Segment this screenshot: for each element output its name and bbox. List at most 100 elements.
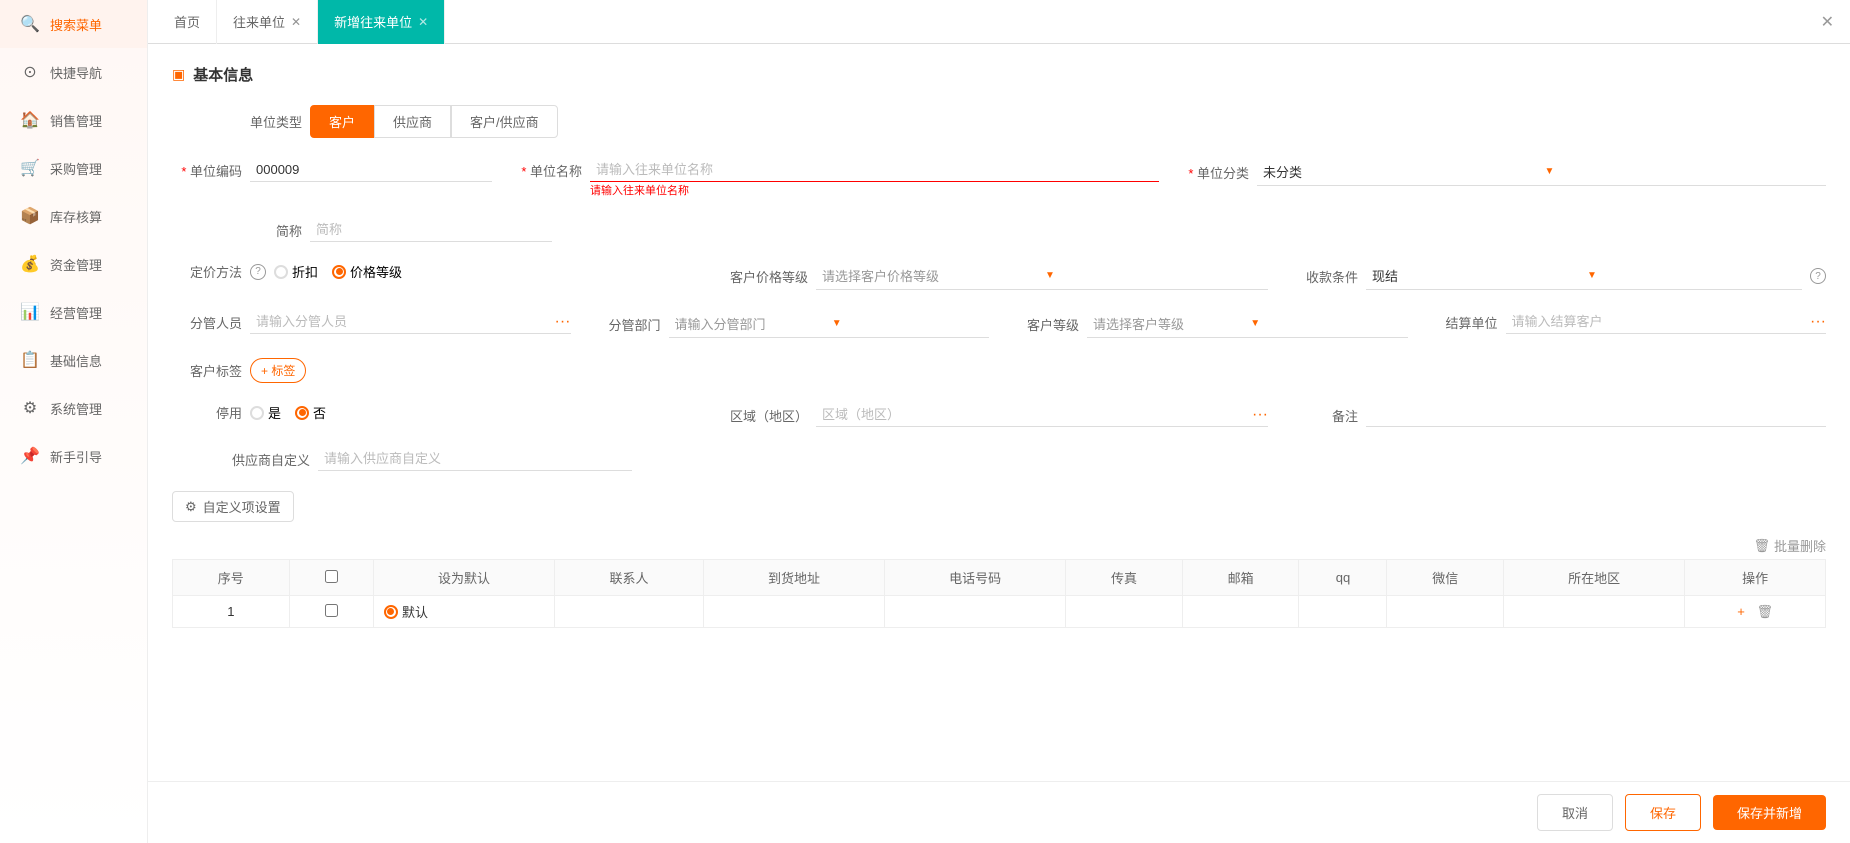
settle-unit-field: 结算单位 ···: [1428, 310, 1827, 334]
unit-code-label: 单位编码: [172, 161, 242, 180]
dept-field: 分管部门 请输入分管部门 ▼: [591, 310, 990, 338]
customer-price-select[interactable]: 请选择客户价格等级 ▼: [816, 262, 1268, 290]
settle-unit-dots-button[interactable]: ···: [1810, 313, 1826, 331]
customer-level-select[interactable]: 请选择客户等级 ▼: [1087, 310, 1408, 338]
batch-delete-button[interactable]: 🗑 批量删除: [1753, 536, 1826, 555]
region-field: 区域（地区） ···: [730, 403, 1268, 427]
short-name-input[interactable]: [310, 218, 552, 242]
unit-name-wrap: 单位名称 请输入往来单位名称: [512, 158, 1159, 198]
disabled-yes-radio[interactable]: 是: [250, 403, 281, 422]
supplier-custom-field: 供应商自定义: [232, 447, 632, 471]
supplier-custom-row: 供应商自定义: [232, 447, 1826, 471]
save-button[interactable]: 保存: [1625, 794, 1701, 831]
supplier-custom-input[interactable]: [318, 447, 632, 471]
sidebar-item-purchase[interactable]: 🛒 采购管理: [0, 144, 147, 192]
tab-new-partner-close[interactable]: ✕: [418, 15, 428, 29]
default-radio-dot: [387, 608, 394, 615]
unit-class-select[interactable]: 未分类 ▼: [1257, 158, 1826, 186]
unit-name-input[interactable]: [590, 158, 1159, 182]
pricing-row: 定价方法 ? 折扣 价格等级 客户价格等级: [172, 262, 1826, 290]
tab-partners-close[interactable]: ✕: [291, 15, 301, 29]
customer-tag-label: 客户标签: [172, 361, 242, 380]
unit-class-value: 未分类: [1263, 162, 1539, 181]
sidebar-item-quicknav[interactable]: ⊙ 快捷导航: [0, 48, 147, 96]
finance-icon: 💰: [20, 254, 40, 274]
sidebar-item-basic-info-label: 基础信息: [50, 351, 102, 370]
customer-price-field: 客户价格等级 请选择客户价格等级 ▼: [730, 262, 1268, 290]
settle-unit-input-wrap: ···: [1506, 310, 1827, 334]
manager-dots-button[interactable]: ···: [555, 313, 571, 331]
sidebar-item-basic-info[interactable]: 📋 基础信息: [0, 336, 147, 384]
sidebar-item-sales[interactable]: 🏠 销售管理: [0, 96, 147, 144]
payment-terms-label: 收款条件: [1288, 267, 1358, 286]
disabled-yes-circle: [250, 406, 264, 420]
notes-input[interactable]: [1366, 403, 1826, 427]
gear-icon: ⚙: [185, 499, 197, 515]
manager-field: 分管人员 ···: [172, 310, 571, 334]
unit-name-field: 单位名称: [512, 158, 1159, 182]
customer-level-arrow-icon: ▼: [1250, 318, 1401, 329]
sidebar-item-guide[interactable]: 📌 新手引导: [0, 432, 147, 480]
section-icon: ▣: [172, 66, 185, 83]
tab-home[interactable]: 首页: [158, 0, 217, 44]
sidebar-item-operations[interactable]: 📊 经营管理: [0, 288, 147, 336]
custom-settings-button[interactable]: ⚙ 自定义项设置: [172, 491, 294, 522]
select-all-checkbox[interactable]: [325, 570, 338, 583]
batch-delete-label: 批量删除: [1774, 536, 1826, 555]
table-header-address: 到货地址: [703, 560, 884, 596]
table-cell-contact: [555, 596, 704, 628]
basic-info-icon: 📋: [20, 350, 40, 370]
close-all-tabs-button[interactable]: ✕: [1821, 12, 1834, 32]
settle-unit-input[interactable]: [1506, 310, 1811, 333]
dept-placeholder: 请输入分管部门: [675, 314, 826, 333]
default-radio[interactable]: 默认: [384, 602, 544, 621]
manager-input[interactable]: [250, 310, 555, 333]
notes-label: 备注: [1288, 406, 1358, 425]
payment-help-icon[interactable]: ?: [1810, 268, 1826, 284]
table-header-qq: qq: [1299, 560, 1387, 596]
form-content: ▣ 基本信息 单位类型 客户 供应商 客户/供应商 单位编码 单位名称: [148, 44, 1850, 781]
payment-terms-value: 现结: [1372, 266, 1581, 285]
payment-terms-field: 收款条件 现结 ▼ ?: [1288, 262, 1826, 290]
dept-label: 分管部门: [591, 315, 661, 334]
table-cell-email: [1182, 596, 1299, 628]
customer-price-placeholder: 请选择客户价格等级: [822, 266, 1039, 285]
unit-type-both-button[interactable]: 客户/供应商: [451, 105, 558, 138]
disabled-field: 停用 是 否: [172, 403, 710, 422]
unit-code-input[interactable]: [250, 158, 492, 182]
unit-type-supplier-button[interactable]: 供应商: [374, 105, 451, 138]
pricing-radio-discount[interactable]: 折扣: [274, 262, 318, 281]
cancel-button[interactable]: 取消: [1537, 794, 1613, 831]
save-and-add-button[interactable]: 保存并新增: [1713, 795, 1826, 830]
tab-new-partner[interactable]: 新增往来单位 ✕: [318, 0, 445, 44]
pricing-method-field: 定价方法 ? 折扣 价格等级: [172, 262, 710, 281]
region-dots-button[interactable]: ···: [1252, 406, 1268, 424]
sidebar-item-search-label: 搜索菜单: [50, 15, 102, 34]
delete-row-button[interactable]: 🗑: [1756, 604, 1773, 619]
row-checkbox[interactable]: [325, 604, 338, 617]
sidebar-item-inventory[interactable]: 📦 库存核算: [0, 192, 147, 240]
sidebar-item-finance[interactable]: 💰 资金管理: [0, 240, 147, 288]
payment-terms-select[interactable]: 现结 ▼: [1366, 262, 1802, 290]
pricing-radio-grade[interactable]: 价格等级: [332, 262, 402, 281]
sidebar: 🔍 搜索菜单 ⊙ 快捷导航 🏠 销售管理 🛒 采购管理 📦 库存核算 💰 资金管…: [0, 0, 148, 843]
unit-type-row: 单位类型 客户 供应商 客户/供应商: [232, 105, 1826, 138]
sidebar-item-search[interactable]: 🔍 搜索菜单: [0, 0, 147, 48]
unit-class-label: 单位分类: [1179, 163, 1249, 182]
dept-select[interactable]: 请输入分管部门 ▼: [669, 310, 990, 338]
unit-code-field: 单位编码: [172, 158, 492, 182]
add-row-button[interactable]: +: [1737, 604, 1745, 619]
short-name-label: 简称: [232, 221, 302, 240]
sidebar-item-system[interactable]: ⚙ 系统管理: [0, 384, 147, 432]
payment-terms-arrow-icon: ▼: [1587, 270, 1796, 281]
sidebar-item-system-label: 系统管理: [50, 399, 102, 418]
disabled-no-radio[interactable]: 否: [295, 403, 326, 422]
add-tag-button[interactable]: + 标签: [250, 358, 306, 383]
pricing-help-icon[interactable]: ?: [250, 264, 266, 280]
tab-partners[interactable]: 往来单位 ✕: [217, 0, 318, 44]
unit-type-customer-button[interactable]: 客户: [310, 105, 374, 138]
sidebar-item-operations-label: 经营管理: [50, 303, 102, 322]
unit-class-arrow-icon: ▼: [1545, 166, 1821, 177]
region-input[interactable]: [816, 403, 1252, 426]
table-cell-qq: [1299, 596, 1387, 628]
